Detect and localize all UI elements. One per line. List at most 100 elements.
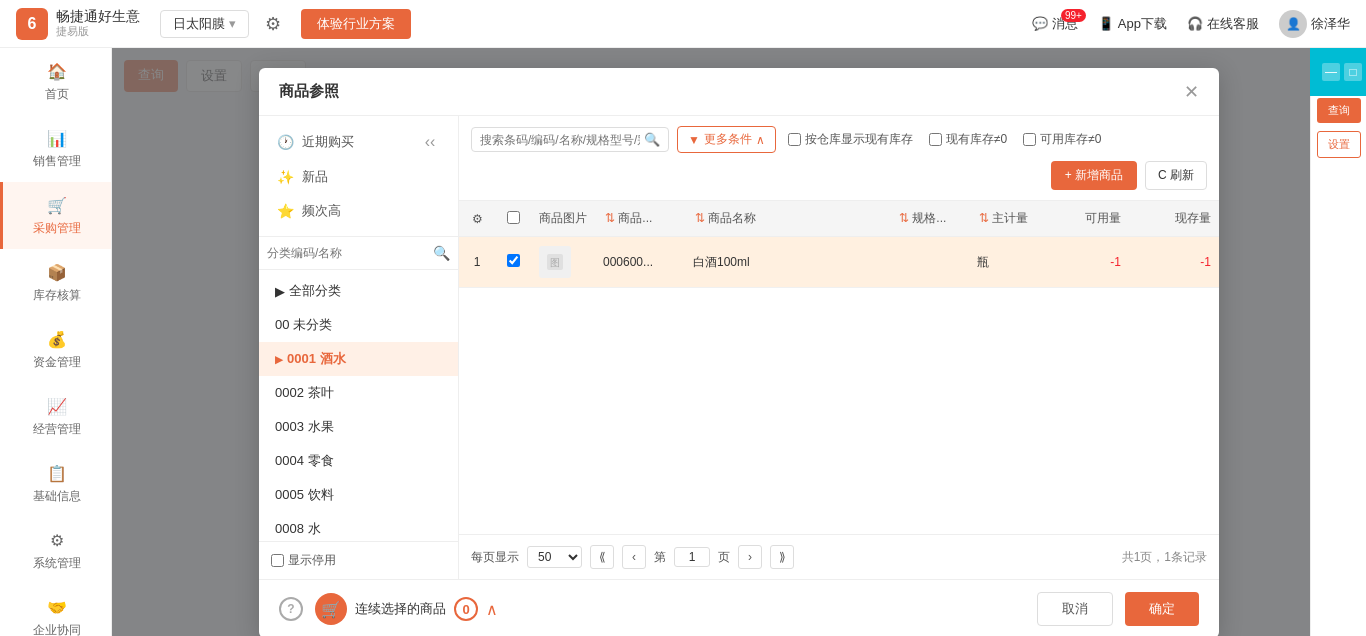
first-page-button[interactable]: ⟪ <box>590 545 614 569</box>
confirm-button[interactable]: 确定 <box>1125 592 1199 626</box>
app-download-label: App下载 <box>1118 15 1167 33</box>
settings-button[interactable]: 设置 <box>1317 131 1361 158</box>
checkbox-warehouse-stock[interactable]: 按仓库显示现有库存 <box>788 131 913 148</box>
add-product-button[interactable]: + 新增商品 <box>1051 161 1137 190</box>
th-image: 商品图片 <box>531 201 595 237</box>
cart-expand-button[interactable]: ∧ <box>486 600 498 619</box>
message-item[interactable]: 💬 消息 99+ <box>1032 15 1078 33</box>
cat-caret-liquor: ▶ <box>275 354 283 365</box>
last-page-button[interactable]: ⟫ <box>770 545 794 569</box>
cat-item-all[interactable]: ▶ 全部分类 <box>259 274 458 308</box>
category-search-icon[interactable]: 🔍 <box>433 245 450 261</box>
cat-item-fruit[interactable]: 0003 水果 <box>259 410 458 444</box>
service-item[interactable]: 🎧 在线客服 <box>1187 15 1259 33</box>
refresh-button[interactable]: C 刷新 <box>1145 161 1207 190</box>
sidebar-item-operations[interactable]: 📈 经营管理 <box>0 383 111 450</box>
user-item[interactable]: 👤 徐泽华 <box>1279 10 1350 38</box>
system-icon: ⚙ <box>46 529 68 551</box>
logo-text-block: 畅捷通好生意 捷易版 <box>56 8 140 40</box>
minimize-button[interactable]: — <box>1322 63 1340 81</box>
cat-label-snack: 0004 零食 <box>275 452 334 470</box>
sort-arrow-code: ⇅ <box>605 211 615 225</box>
th-spec[interactable]: ⇅ 规格... <box>889 201 969 237</box>
nav-item-frequent[interactable]: ⭐ 频次高 <box>267 194 450 228</box>
cat-item-liquor[interactable]: ▶ 0001 酒水 <box>259 342 458 376</box>
settings-gear-button[interactable]: ⚙ <box>257 8 289 40</box>
row-avail: -1 <box>1039 237 1129 288</box>
sidebar-item-purchase[interactable]: 🛒 采购管理 <box>0 182 111 249</box>
sidebar-item-inventory[interactable]: 📦 库存核算 <box>0 249 111 316</box>
cat-item-beverage[interactable]: 0005 饮料 <box>259 478 458 512</box>
cat-item-water[interactable]: 0008 水 <box>259 512 458 541</box>
maximize-button[interactable]: □ <box>1344 63 1362 81</box>
toolbar-right-buttons: + 新增商品 C 刷新 <box>1051 161 1207 190</box>
app-download-item[interactable]: 📱 App下载 <box>1098 15 1167 33</box>
sidebar-item-sales[interactable]: 📊 销售管理 <box>0 115 111 182</box>
show-disabled-label[interactable]: 显示停用 <box>271 552 336 569</box>
checkbox-nonzero-stock[interactable]: 现有库存≠0 <box>929 131 1007 148</box>
window-controls: — □ <box>1310 48 1366 96</box>
cat-item-uncategorized[interactable]: 00 未分类 <box>259 308 458 342</box>
enterprise-icon: 🤝 <box>46 596 68 618</box>
row-name: 白酒100ml <box>685 237 889 288</box>
main-area: 查询 设置 刷新 商品参照 ✕ 🕐 <box>112 48 1366 636</box>
page-size-select[interactable]: 50 10 20 100 <box>527 546 582 568</box>
cat-item-snack[interactable]: 0004 零食 <box>259 444 458 478</box>
prev-page-button[interactable]: ‹ <box>622 545 646 569</box>
select-all-checkbox[interactable] <box>507 211 520 224</box>
sidebar-label-operations: 经营管理 <box>33 421 81 438</box>
query-button[interactable]: 查询 <box>1317 98 1361 123</box>
quick-nav: 🕐 近期购买 ‹‹ ✨ 新品 ⭐ 频次高 <box>259 116 458 237</box>
th-unit[interactable]: ⇅ 主计量 <box>969 201 1039 237</box>
avail-stock-checkbox[interactable] <box>1023 133 1036 146</box>
logo-version: 捷易版 <box>56 24 140 39</box>
cart-label: 连续选择的商品 <box>355 600 446 618</box>
checkbox-avail-stock[interactable]: 可用库存≠0 <box>1023 131 1101 148</box>
row-stock: -1 <box>1129 237 1219 288</box>
sort-arrow-name: ⇅ <box>695 211 705 225</box>
sidebar-item-system[interactable]: ⚙ 系统管理 <box>0 517 111 584</box>
product-search-input[interactable] <box>480 133 640 147</box>
sidebar-item-enterprise[interactable]: 🤝 企业协同 <box>0 584 111 636</box>
modal-header: 商品参照 ✕ <box>259 68 1219 116</box>
cancel-button[interactable]: 取消 <box>1037 592 1113 626</box>
nav-selector[interactable]: 日太阳膜 ▾ <box>160 10 249 38</box>
product-search-icon[interactable]: 🔍 <box>644 132 660 147</box>
modal-close-button[interactable]: ✕ <box>1184 83 1199 101</box>
product-thumbnail: 图 <box>539 246 571 278</box>
category-search-input[interactable] <box>267 246 429 260</box>
sidebar-label-enterprise: 企业协同 <box>33 622 81 636</box>
new-icon: ✨ <box>277 169 294 185</box>
page-number-input[interactable] <box>674 547 710 567</box>
nav-item-recent[interactable]: 🕐 近期购买 ‹‹ <box>267 124 450 160</box>
th-code[interactable]: ⇅ 商品... <box>595 201 685 237</box>
filter-button[interactable]: ▼ 更多条件 ∧ <box>677 126 776 153</box>
page-size-label: 每页显示 <box>471 549 519 566</box>
next-page-button[interactable]: › <box>738 545 762 569</box>
row-checkbox[interactable] <box>507 254 520 267</box>
filter-chevron-icon: ∧ <box>756 133 765 147</box>
header-right: 💬 消息 99+ 📱 App下载 🎧 在线客服 👤 徐泽华 <box>1032 10 1350 38</box>
sidebar-item-home[interactable]: 🏠 首页 <box>0 48 111 115</box>
th-settings[interactable]: ⚙ <box>459 201 495 237</box>
sidebar-item-basic-info[interactable]: 📋 基础信息 <box>0 450 111 517</box>
footer-action-buttons: 取消 确定 <box>1037 592 1199 626</box>
help-icon[interactable]: ? <box>279 597 303 621</box>
collapse-button[interactable]: ‹‹ <box>420 132 440 152</box>
cat-label-uncategorized: 00 未分类 <box>275 316 332 334</box>
cat-label-liquor: 0001 酒水 <box>287 350 346 368</box>
table-row[interactable]: 1 图 <box>459 237 1219 288</box>
sidebar-item-finance[interactable]: 💰 资金管理 <box>0 316 111 383</box>
trial-button[interactable]: 体验行业方案 <box>301 9 411 39</box>
modal-title: 商品参照 <box>279 82 339 101</box>
filter-icon: ▼ <box>688 133 700 147</box>
svg-text:图: 图 <box>550 257 560 268</box>
row-checkbox-cell <box>495 237 531 288</box>
nav-item-new[interactable]: ✨ 新品 <box>267 160 450 194</box>
show-disabled-checkbox[interactable] <box>271 554 284 567</box>
cat-item-tea[interactable]: 0002 茶叶 <box>259 376 458 410</box>
warehouse-stock-checkbox[interactable] <box>788 133 801 146</box>
nonzero-stock-checkbox[interactable] <box>929 133 942 146</box>
service-label: 在线客服 <box>1207 15 1259 33</box>
th-name[interactable]: ⇅ 商品名称 <box>685 201 889 237</box>
